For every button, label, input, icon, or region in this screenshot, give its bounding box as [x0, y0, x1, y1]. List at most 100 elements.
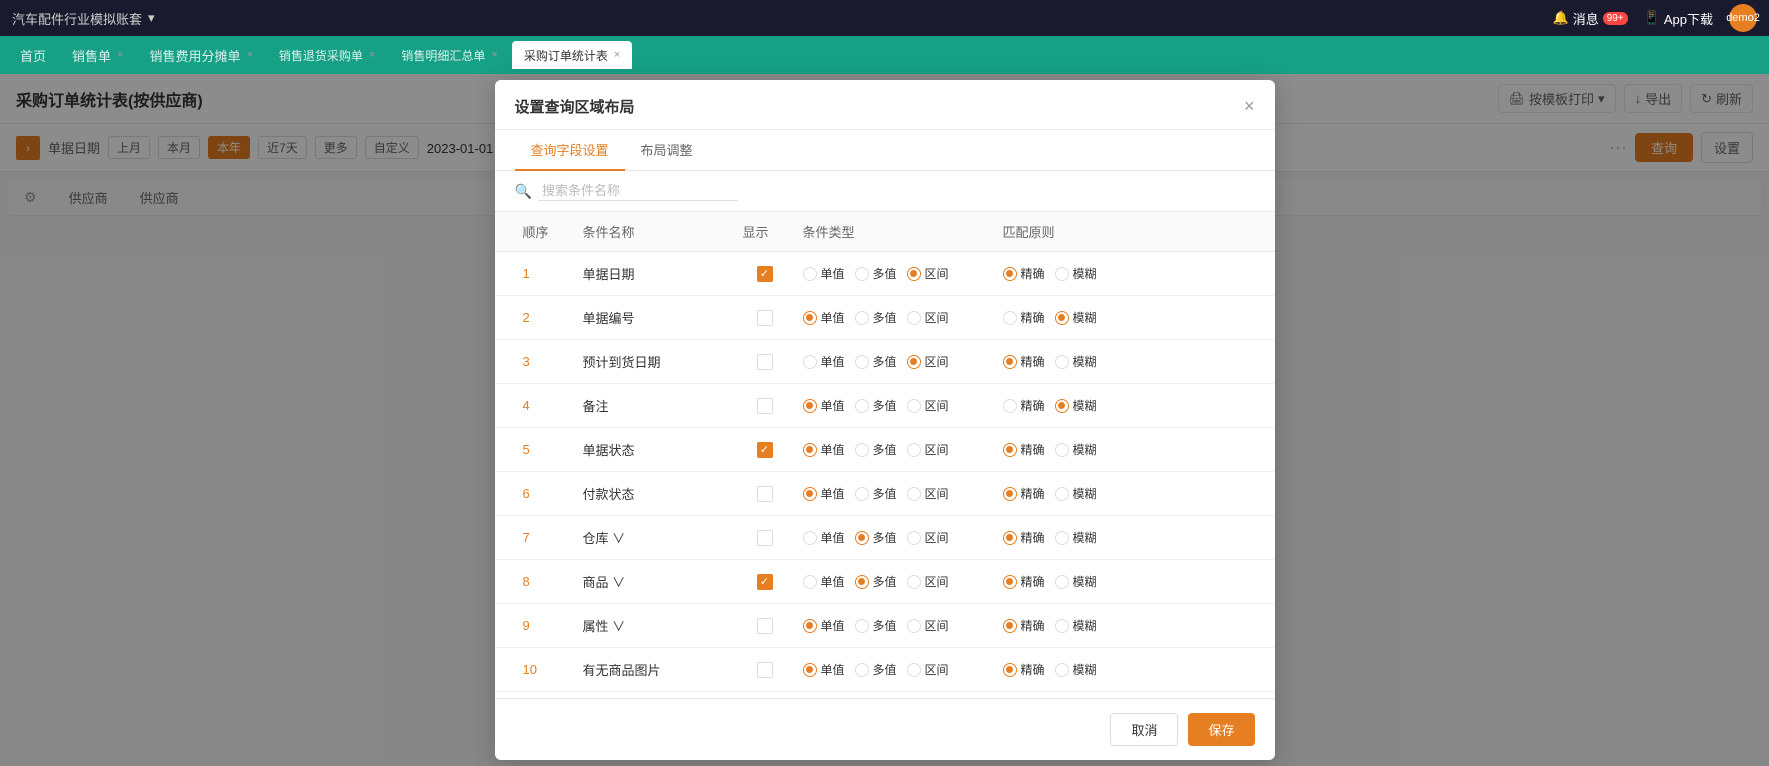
match-radio-模糊[interactable]: 模糊: [1055, 265, 1097, 282]
cell-check[interactable]: [735, 652, 795, 688]
cell-check[interactable]: [735, 300, 795, 336]
tab-purchase-close[interactable]: ×: [614, 49, 620, 61]
cell-check[interactable]: [735, 256, 795, 292]
cell-check[interactable]: [735, 344, 795, 380]
type-radio-区间[interactable]: 区间: [907, 265, 949, 282]
type-radio-多值[interactable]: 多值: [855, 265, 897, 282]
cell-match: 精确 模糊: [995, 255, 1195, 292]
type-radio-区间[interactable]: 区间: [907, 485, 949, 502]
cell-num: 2: [515, 300, 575, 335]
tab-home[interactable]: 首页: [8, 41, 58, 69]
match-radio-模糊[interactable]: 模糊: [1055, 529, 1097, 546]
type-radio-区间[interactable]: 区间: [907, 441, 949, 458]
tab-purchase[interactable]: 采购订单统计表 ×: [512, 41, 632, 69]
type-radio-多值[interactable]: 多值: [855, 617, 897, 634]
show-checkbox[interactable]: [757, 574, 773, 590]
type-radio-多值[interactable]: 多值: [855, 309, 897, 326]
dialog-close-btn[interactable]: ×: [1244, 96, 1255, 117]
radio-dot: [907, 531, 921, 545]
match-radio-模糊[interactable]: 模糊: [1055, 485, 1097, 502]
radio-dot: [907, 355, 921, 369]
dialog-tab-layout[interactable]: 布局调整: [625, 130, 709, 171]
show-checkbox[interactable]: [757, 310, 773, 326]
match-radio-模糊[interactable]: 模糊: [1055, 397, 1097, 414]
type-radio-单值[interactable]: 单值: [803, 309, 845, 326]
type-radio-多值[interactable]: 多值: [855, 661, 897, 678]
match-radio-精确[interactable]: 精确: [1003, 573, 1045, 590]
type-radio-单值[interactable]: 单值: [803, 529, 845, 546]
cell-match: 精确 模糊: [995, 607, 1195, 644]
tab-sales-return[interactable]: 销售退货采购单 ×: [267, 41, 387, 69]
match-radio-模糊[interactable]: 模糊: [1055, 661, 1097, 678]
type-radio-单值[interactable]: 单值: [803, 441, 845, 458]
type-radio-单值[interactable]: 单值: [803, 617, 845, 634]
type-radio-group: 单值 多值 区间: [803, 485, 949, 502]
type-radio-单值[interactable]: 单值: [803, 661, 845, 678]
match-radio-模糊[interactable]: 模糊: [1055, 353, 1097, 370]
type-radio-区间[interactable]: 区间: [907, 529, 949, 546]
cell-check[interactable]: [735, 608, 795, 644]
show-checkbox[interactable]: [757, 486, 773, 502]
match-radio-模糊[interactable]: 模糊: [1055, 617, 1097, 634]
type-radio-单值[interactable]: 单值: [803, 265, 845, 282]
type-radio-多值[interactable]: 多值: [855, 573, 897, 590]
type-radio-区间[interactable]: 区间: [907, 309, 949, 326]
type-radio-单值[interactable]: 单值: [803, 573, 845, 590]
tab-sales-detail[interactable]: 销售明细汇总单 ×: [389, 41, 509, 69]
match-radio-精确[interactable]: 精确: [1003, 661, 1045, 678]
show-checkbox[interactable]: [757, 266, 773, 282]
type-radio-单值[interactable]: 单值: [803, 353, 845, 370]
tab-sales-fee[interactable]: 销售费用分摊单 ×: [137, 41, 264, 69]
show-checkbox[interactable]: [757, 442, 773, 458]
show-checkbox[interactable]: [757, 354, 773, 370]
match-radio-精确[interactable]: 精确: [1003, 485, 1045, 502]
tab-sales[interactable]: 销售单 ×: [60, 41, 135, 69]
type-radio-多值[interactable]: 多值: [855, 485, 897, 502]
match-radio-精确[interactable]: 精确: [1003, 529, 1045, 546]
show-checkbox[interactable]: [757, 398, 773, 414]
match-radio-精确[interactable]: 精确: [1003, 397, 1045, 414]
type-radio-多值[interactable]: 多值: [855, 529, 897, 546]
dialog-tab-fields[interactable]: 查询字段设置: [515, 130, 625, 171]
cell-check[interactable]: [735, 520, 795, 556]
type-radio-多值[interactable]: 多值: [855, 397, 897, 414]
type-radio-区间[interactable]: 区间: [907, 397, 949, 414]
cell-check[interactable]: [735, 388, 795, 424]
type-radio-区间[interactable]: 区间: [907, 617, 949, 634]
type-radio-区间[interactable]: 区间: [907, 353, 949, 370]
match-radio-模糊[interactable]: 模糊: [1055, 441, 1097, 458]
tab-sales-detail-close[interactable]: ×: [491, 49, 497, 61]
type-radio-区间[interactable]: 区间: [907, 661, 949, 678]
match-radio-精确[interactable]: 精确: [1003, 441, 1045, 458]
match-radio-精确[interactable]: 精确: [1003, 617, 1045, 634]
cell-check[interactable]: [735, 476, 795, 512]
dropdown-icon[interactable]: ▾: [148, 10, 155, 26]
save-button[interactable]: 保存: [1188, 713, 1254, 746]
type-radio-多值[interactable]: 多值: [855, 353, 897, 370]
cell-check[interactable]: [735, 564, 795, 600]
tab-sales-close[interactable]: ×: [117, 49, 123, 61]
type-radio-单值[interactable]: 单值: [803, 485, 845, 502]
match-radio-精确[interactable]: 精确: [1003, 353, 1045, 370]
cell-num: 1: [515, 256, 575, 291]
tab-sales-fee-close[interactable]: ×: [246, 49, 252, 61]
cell-type: 单值 多值 区间: [795, 651, 995, 688]
type-radio-单值[interactable]: 单值: [803, 397, 845, 414]
cell-match: 精确 模糊: [995, 343, 1195, 380]
show-checkbox[interactable]: [757, 618, 773, 634]
match-radio-精确[interactable]: 精确: [1003, 265, 1045, 282]
search-input[interactable]: [538, 181, 738, 201]
tab-sales-return-close[interactable]: ×: [369, 49, 375, 61]
show-checkbox[interactable]: [757, 662, 773, 678]
show-checkbox[interactable]: [757, 530, 773, 546]
match-radio-精确[interactable]: 精确: [1003, 309, 1045, 326]
type-radio-多值[interactable]: 多值: [855, 441, 897, 458]
match-radio-模糊[interactable]: 模糊: [1055, 309, 1097, 326]
match-radio-模糊[interactable]: 模糊: [1055, 573, 1097, 590]
user-avatar[interactable]: demo2: [1729, 4, 1757, 32]
cell-check[interactable]: [735, 432, 795, 468]
app-download-btn[interactable]: 📱 App下载: [1644, 9, 1713, 28]
cancel-button[interactable]: 取消: [1110, 713, 1178, 746]
notification-btn[interactable]: 🔔 消息 99+: [1553, 9, 1628, 28]
type-radio-区间[interactable]: 区间: [907, 573, 949, 590]
